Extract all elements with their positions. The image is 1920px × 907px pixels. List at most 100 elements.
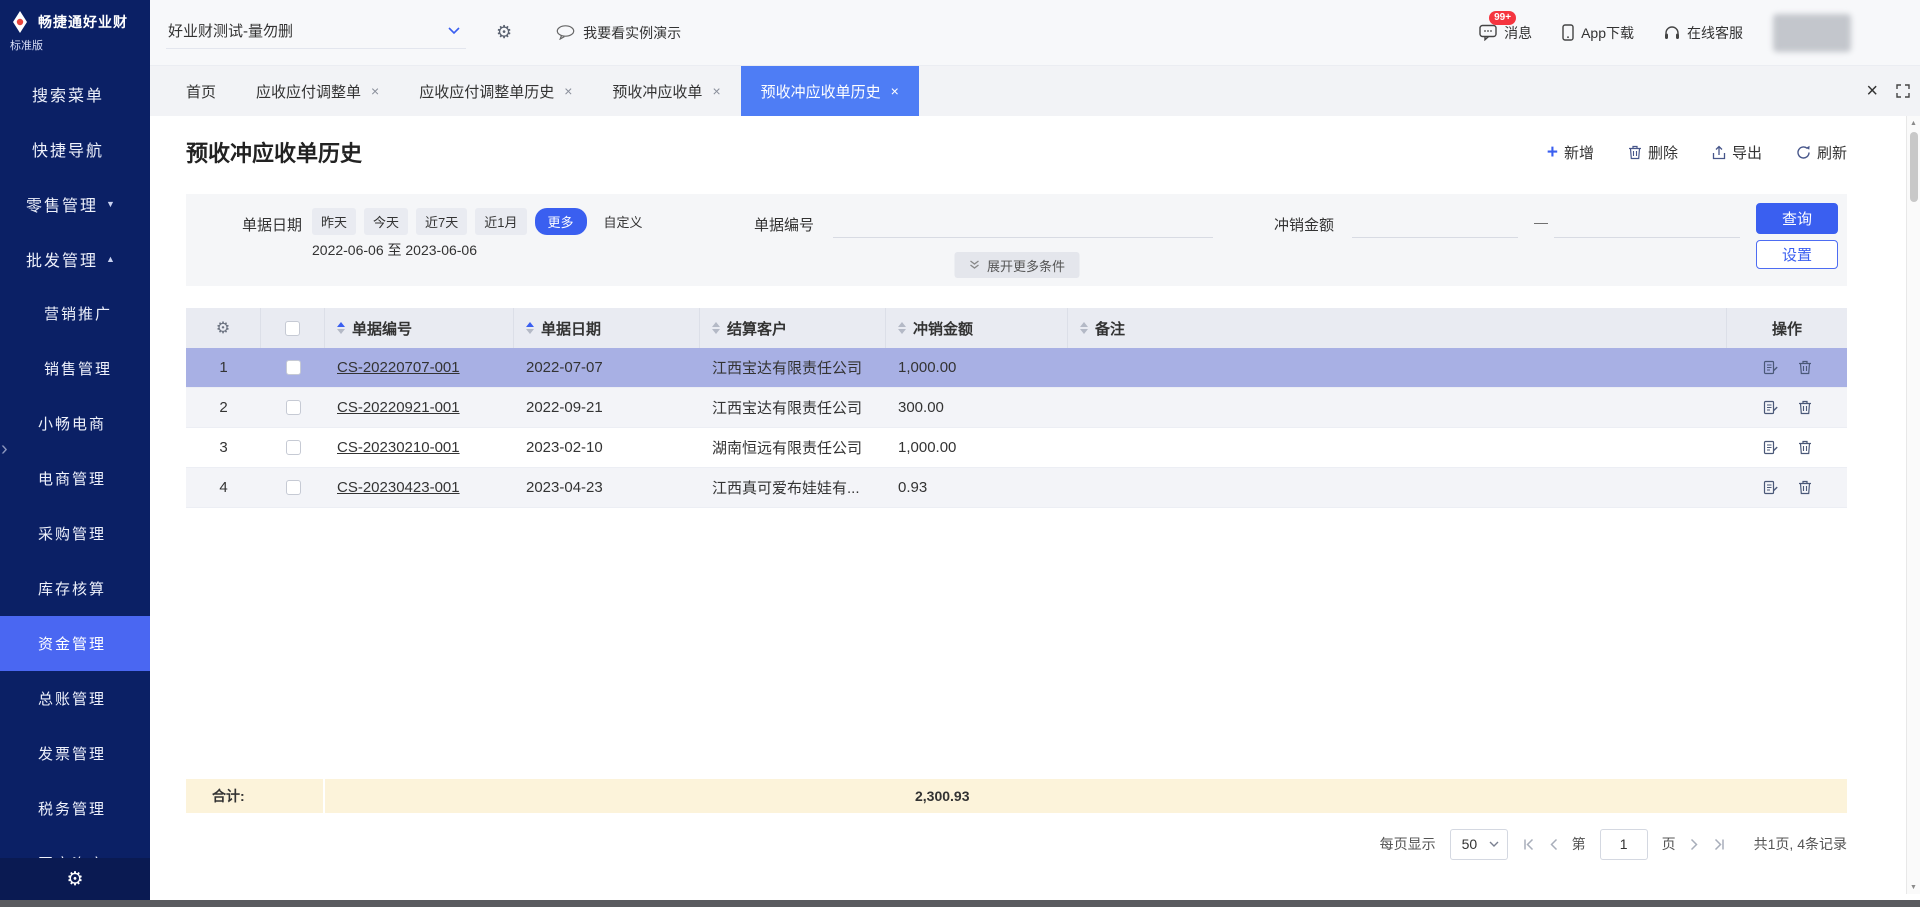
sort-icon[interactable] <box>1080 322 1088 334</box>
row-checkbox[interactable] <box>285 360 301 375</box>
tab-close-icon[interactable]: × <box>564 83 572 99</box>
sidebar-item[interactable]: 营销推广 <box>0 286 150 341</box>
scroll-up-icon[interactable]: ▲ <box>1907 116 1920 130</box>
tab-close-icon[interactable]: × <box>712 83 720 99</box>
settings-button[interactable]: 设置 <box>1756 240 1838 269</box>
per-page-select[interactable]: 50 <box>1449 828 1508 860</box>
tab[interactable]: 预收冲应收单 × <box>592 66 740 116</box>
sidebar-item[interactable]: 电商管理 <box>0 451 150 506</box>
date-quick-option[interactable]: 自定义 <box>595 208 652 235</box>
sort-icon[interactable] <box>337 322 345 334</box>
doc-number-link[interactable]: CS-20220921-001 <box>337 399 460 416</box>
sidebar-item[interactable]: 销售管理 <box>0 341 150 396</box>
row-detail-icon[interactable] <box>1763 440 1778 455</box>
company-select[interactable]: 好业财测试-量勿删 <box>166 16 466 49</box>
delete-button[interactable]: 删除 <box>1628 142 1678 163</box>
row-index: 2 <box>219 399 228 416</box>
sidebar-item[interactable]: 采购管理 <box>0 506 150 561</box>
row-checkbox[interactable] <box>285 400 301 415</box>
column-header-doc-number[interactable]: 单据编号 <box>325 308 514 348</box>
date-quick-option[interactable]: 近7天 <box>416 208 468 235</box>
row-delete-icon[interactable] <box>1798 360 1812 375</box>
doc-number-link[interactable]: CS-20230423-001 <box>337 479 460 496</box>
user-avatar[interactable] <box>1773 13 1851 52</box>
tab[interactable]: 首页 <box>166 66 236 116</box>
prev-page-button[interactable] <box>1549 838 1558 851</box>
tab[interactable]: 预收冲应收单历史 × <box>740 66 919 116</box>
date-quick-option[interactable]: 近1月 <box>475 208 527 235</box>
expand-more-conditions-button[interactable]: 展开更多条件 <box>953 252 1080 278</box>
content: 预收冲应收单历史 + 新增 删除 导出 刷新 单据日期 昨天 今天 近7天 近1… <box>150 116 1920 907</box>
amount-min-input[interactable] <box>1352 208 1518 238</box>
page-input[interactable] <box>1599 828 1648 860</box>
add-button[interactable]: + 新增 <box>1547 142 1594 163</box>
horizontal-scrollbar[interactable] <box>0 900 1920 907</box>
export-button[interactable]: 导出 <box>1712 142 1762 163</box>
row-delete-icon[interactable] <box>1798 480 1812 495</box>
next-page-button[interactable] <box>1690 838 1699 851</box>
sidebar-item[interactable]: 税务管理 <box>0 781 150 836</box>
section-toggle-arrow-icon: ▲ <box>106 253 117 264</box>
row-detail-icon[interactable] <box>1763 400 1778 415</box>
sidebar-item[interactable]: 发票管理 <box>0 726 150 781</box>
row-checkbox[interactable] <box>285 480 301 495</box>
first-page-button[interactable] <box>1522 838 1535 851</box>
messages-button[interactable]: 99+ 消息 <box>1479 10 1532 43</box>
app-download-button[interactable]: App下载 <box>1562 23 1634 43</box>
select-all-checkbox[interactable] <box>285 320 300 336</box>
row-delete-icon[interactable] <box>1798 440 1812 455</box>
demo-link[interactable]: 我要看实例演示 <box>556 23 681 43</box>
row-delete-icon[interactable] <box>1798 400 1812 415</box>
amount-max-input[interactable] <box>1554 208 1740 238</box>
sidebar-item[interactable]: 零售管理 ▼ <box>0 176 150 231</box>
column-header-doc-date[interactable]: 单据日期 <box>514 308 700 348</box>
logo-icon <box>8 10 32 34</box>
column-header-note[interactable]: 备注 <box>1068 308 1727 348</box>
sidebar-item[interactable]: 总账管理 <box>0 671 150 726</box>
sidebar-item[interactable]: 库存核算 <box>0 561 150 616</box>
sidebar-item[interactable]: 批发管理 ▲ <box>0 231 150 286</box>
sidebar-item[interactable]: 快捷导航 <box>0 121 150 176</box>
amount-filter-label: 冲销金额 <box>1274 217 1335 234</box>
row-detail-icon[interactable] <box>1763 480 1778 495</box>
doc-number-link[interactable]: CS-20220707-001 <box>337 359 460 376</box>
sort-icon[interactable] <box>898 322 906 334</box>
row-detail-icon[interactable] <box>1763 360 1778 375</box>
sidebar-collapse-handle[interactable]: › <box>1 438 8 461</box>
date-quick-option[interactable]: 更多 <box>534 208 587 235</box>
tab-close-icon[interactable]: × <box>891 83 899 99</box>
sort-icon[interactable] <box>712 322 720 334</box>
date-quick-option[interactable]: 昨天 <box>312 208 357 235</box>
sidebar-item[interactable]: 搜索菜单 <box>0 66 150 121</box>
sidebar-item[interactable]: 资金管理 <box>0 616 150 671</box>
last-page-button[interactable] <box>1713 838 1726 851</box>
support-button[interactable]: 在线客服 <box>1664 23 1743 43</box>
table-row[interactable]: 2 CS-20220921-001 2022-09-21 江西宝达有限责任公司 … <box>186 388 1847 428</box>
close-all-tabs-icon[interactable]: × <box>1866 81 1878 101</box>
scroll-down-icon[interactable]: ▼ <box>1907 880 1920 894</box>
summary-row: 合计: 2,300.93 <box>186 779 1847 813</box>
tab-close-icon[interactable]: × <box>371 83 379 99</box>
messages-badge: 99+ <box>1489 10 1517 25</box>
column-settings-icon[interactable]: ⚙ <box>216 318 230 338</box>
table-row[interactable]: 3 CS-20230210-001 2023-02-10 湖南恒远有限责任公司 … <box>186 428 1847 468</box>
tab[interactable]: 应收应付调整单历史 × <box>399 66 592 116</box>
row-checkbox[interactable] <box>285 440 301 455</box>
doc-number-input[interactable] <box>833 208 1213 238</box>
table-row[interactable]: 1 CS-20220707-001 2022-07-07 江西宝达有限责任公司 … <box>186 348 1847 388</box>
sort-icon[interactable] <box>526 322 534 334</box>
vertical-scrollbar[interactable]: ▲ ▼ <box>1906 116 1920 894</box>
refresh-button[interactable]: 刷新 <box>1796 142 1847 163</box>
tab[interactable]: 应收应付调整单 × <box>236 66 399 116</box>
table-row[interactable]: 4 CS-20230423-001 2023-04-23 江西真可爱布娃娃有..… <box>186 468 1847 508</box>
scrollbar-thumb[interactable] <box>1910 132 1918 202</box>
sidebar-item[interactable]: 小畅电商 <box>0 396 150 451</box>
column-header-customer[interactable]: 结算客户 <box>700 308 886 348</box>
doc-number-link[interactable]: CS-20230210-001 <box>337 439 460 456</box>
fullscreen-icon[interactable] <box>1896 84 1910 98</box>
sidebar-settings-gear-icon[interactable]: ⚙ <box>0 858 150 900</box>
date-quick-option[interactable]: 今天 <box>364 208 409 235</box>
workspace-gear-icon[interactable]: ⚙ <box>496 22 512 43</box>
search-button[interactable]: 查询 <box>1756 203 1838 234</box>
column-header-amount[interactable]: 冲销金额 <box>886 308 1068 348</box>
